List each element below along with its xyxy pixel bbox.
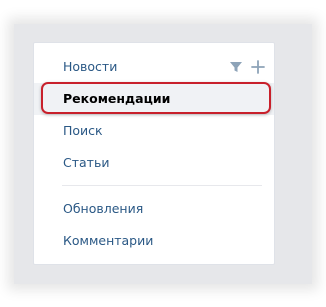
menu-item-label: Статьи: [63, 155, 110, 170]
menu-item-comments[interactable]: Комментарии: [34, 225, 274, 257]
filter-icon[interactable]: [228, 59, 244, 75]
menu-item-label: Новости: [63, 59, 118, 74]
menu-item-label: Обновления: [63, 201, 144, 216]
menu-item-label: Комментарии: [63, 233, 154, 248]
plus-icon[interactable]: [250, 59, 266, 75]
menu-item-label: Поиск: [63, 123, 103, 138]
menu-item-search[interactable]: Поиск: [34, 115, 274, 147]
menu-item-articles[interactable]: Статьи: [34, 147, 274, 179]
menu-item-label: Рекомендации: [63, 91, 171, 106]
menu-item-updates[interactable]: Обновления: [34, 193, 274, 225]
menu-item-recommendations[interactable]: Рекомендации: [34, 83, 274, 115]
menu-divider: [62, 185, 262, 186]
left-menu: Новости Рекомендации Поиск Статьи Обновл…: [33, 42, 275, 265]
menu-item-news[interactable]: Новости: [34, 51, 274, 83]
